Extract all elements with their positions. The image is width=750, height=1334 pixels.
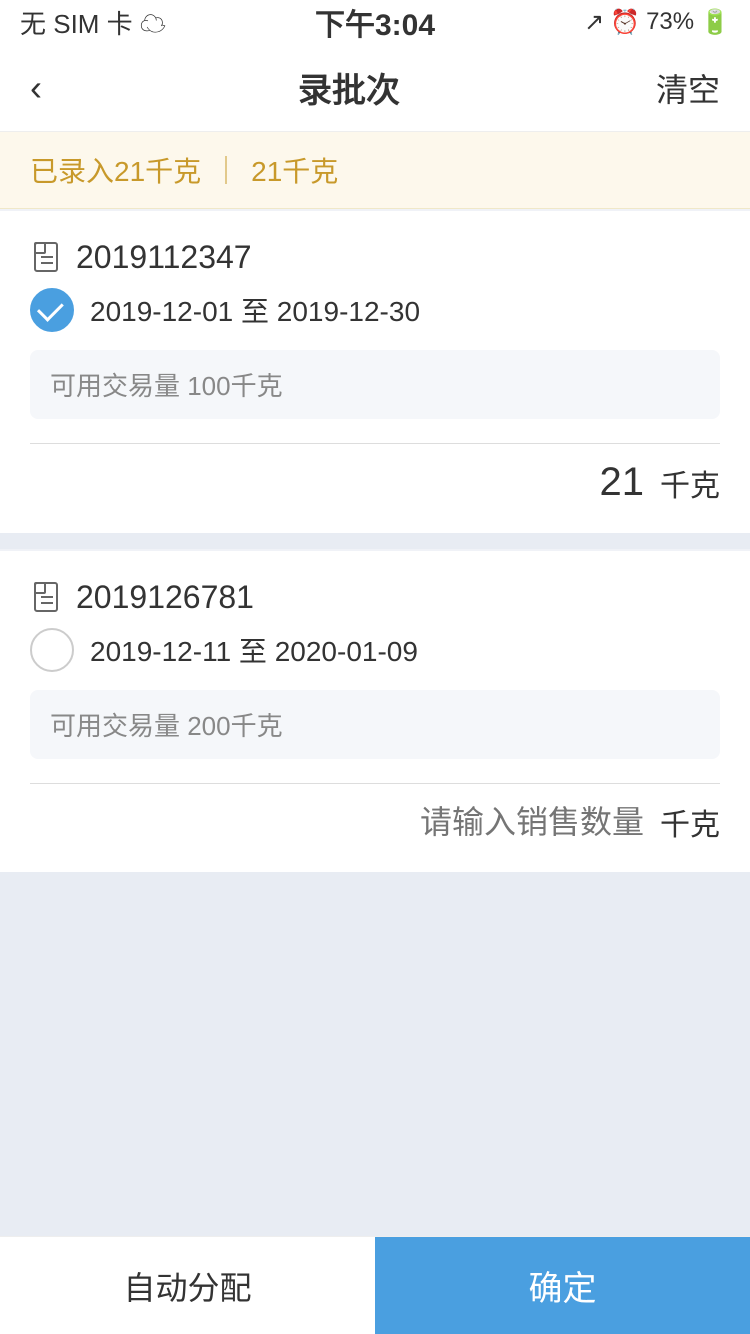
nav-bar: ‹ 录批次 清空 xyxy=(0,44,750,132)
batch-doc-icon-2 xyxy=(30,580,66,616)
alarm-icon: ⏰ xyxy=(610,8,640,37)
back-button[interactable]: ‹ xyxy=(30,67,42,109)
qty-unit-1: 千克 xyxy=(660,461,720,505)
batch-inner-1: 2019112347 2019-12-01 至 2019-12-30 xyxy=(0,211,750,332)
summary-banner: 已录入21千克 21千克 xyxy=(0,132,750,209)
batch-card-1: 2019112347 2019-12-01 至 2019-12-30 可用交易量… xyxy=(0,211,750,533)
summary-amount: 21千克 xyxy=(251,150,338,190)
location-icon: ↗ xyxy=(584,8,604,37)
qty-unit-2: 千克 xyxy=(660,800,720,844)
bottom-bar: 自动分配 确定 xyxy=(0,1236,750,1334)
status-left: 无 SIM 卡 ☁ xyxy=(20,4,166,41)
summary-divider xyxy=(225,156,227,184)
clear-button[interactable]: 清空 xyxy=(656,65,720,111)
batch-inner-2: 2019126781 2019-12-11 至 2020-01-09 xyxy=(0,551,750,672)
batch-date-row-1[interactable]: 2019-12-01 至 2019-12-30 xyxy=(30,288,720,332)
radio-2[interactable] xyxy=(30,628,74,672)
battery-icon: 🔋 xyxy=(700,8,730,37)
available-qty-1: 可用交易量 100千克 xyxy=(30,350,720,419)
batch-date-2: 2019-12-11 至 2020-01-09 xyxy=(90,630,418,670)
recorded-label: 已录入21千克 xyxy=(30,150,201,190)
qty-input-2[interactable] xyxy=(344,804,644,841)
confirm-button[interactable]: 确定 xyxy=(375,1237,750,1334)
qty-value-1: 21 xyxy=(600,460,645,505)
radio-1[interactable] xyxy=(30,288,74,332)
batch-date-1: 2019-12-01 至 2019-12-30 xyxy=(90,290,420,330)
no-sim-text: 无 SIM 卡 ☁ xyxy=(20,4,166,41)
batch-doc-icon-1 xyxy=(30,240,66,276)
batch-id-1: 2019112347 xyxy=(76,239,252,276)
batch-id-2: 2019126781 xyxy=(76,579,254,616)
battery-text: 73% xyxy=(646,8,694,36)
page-title: 录批次 xyxy=(298,63,400,112)
status-time: 下午3:04 xyxy=(315,0,435,44)
auto-distribute-button[interactable]: 自动分配 xyxy=(0,1237,375,1334)
qty-input-row-2[interactable]: 千克 xyxy=(0,784,750,872)
section-divider xyxy=(0,533,750,549)
batch-header-1: 2019112347 xyxy=(30,239,720,276)
qty-input-row-1: 21 千克 xyxy=(0,444,750,533)
batch-header-2: 2019126781 xyxy=(30,579,720,616)
batch-date-row-2[interactable]: 2019-12-11 至 2020-01-09 xyxy=(30,628,720,672)
status-right: ↗ ⏰ 73% 🔋 xyxy=(584,8,730,37)
status-bar: 无 SIM 卡 ☁ 下午3:04 ↗ ⏰ 73% 🔋 xyxy=(0,0,750,44)
batch-card-2: 2019126781 2019-12-11 至 2020-01-09 可用交易量… xyxy=(0,551,750,872)
available-qty-2: 可用交易量 200千克 xyxy=(30,690,720,759)
